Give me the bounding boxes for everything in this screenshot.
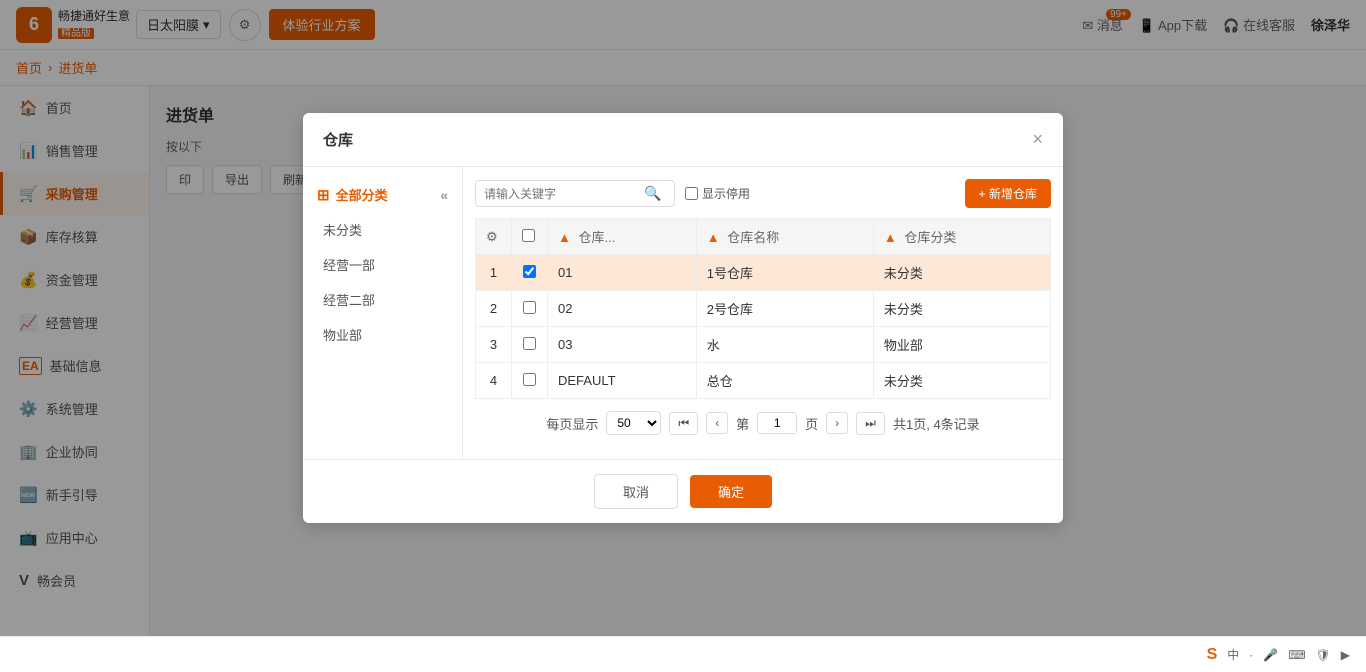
mic-icon[interactable]: 🎤 [1263,648,1278,662]
punctuation-icon: · [1249,648,1253,662]
row-name: 总仓 [696,363,873,399]
table-container: ⚙ ▲ 仓库... ▲ [475,218,1051,399]
brand-s-icon: S [1207,646,1218,664]
row-code: 02 [548,291,697,327]
row-category: 物业部 [873,327,1050,363]
th-settings: ⚙ [476,219,512,255]
pagination: 每页显示 50 100 ⏮ ‹ 第 页 › ⏭ 共1页, 4条记录 [475,399,1051,447]
table-panel: 🔍 显示停用 + 新增仓库 ⚙ [463,167,1063,459]
all-categories-label: 全部分类 [336,185,388,204]
search-icon[interactable]: 🔍 [644,185,661,202]
shield-icon: 🛡 [1316,648,1331,662]
th-code: ▲ 仓库... [548,219,697,255]
dialog-body: ⊞ 全部分类 « 未分类 经营一部 经营二部 物业部 🔍 [303,167,1063,459]
row-checkbox[interactable] [523,337,536,350]
show-disabled-checkbox[interactable] [685,187,698,200]
cancel-button[interactable]: 取消 [594,474,678,509]
category-item-ops2[interactable]: 经营二部 [303,282,462,317]
last-page-button[interactable]: ⏭ [856,412,885,435]
category-panel: ⊞ 全部分类 « 未分类 经营一部 经营二部 物业部 [303,167,463,459]
confirm-button[interactable]: 确定 [690,475,772,508]
collapse-button[interactable]: « [440,187,448,203]
dialog-title: 仓库 [323,129,353,150]
prev-page-button[interactable]: ‹ [706,412,728,434]
first-page-button[interactable]: ⏮ [669,412,698,435]
page-input[interactable] [757,412,797,434]
settings-icon: ⚙ [486,229,498,244]
add-warehouse-button[interactable]: + 新增仓库 [965,179,1051,208]
row-name: 2号仓库 [696,291,873,327]
row-checkbox[interactable] [523,373,536,386]
row-category: 未分类 [873,291,1050,327]
search-input-wrap: 🔍 [475,180,675,207]
th-checkbox [512,219,548,255]
page-label: 第 [736,414,749,433]
next-page-button[interactable]: › [826,412,848,434]
row-category: 未分类 [873,255,1050,291]
search-input[interactable] [484,187,644,201]
row-num: 4 [476,363,512,399]
warehouse-table: ⚙ ▲ 仓库... ▲ [475,218,1051,399]
dialog-header: 仓库 × [303,113,1063,167]
row-checkbox-cell [512,255,548,291]
category-item-unclassified[interactable]: 未分类 [303,212,462,247]
row-checkbox-cell [512,291,548,327]
table-row[interactable]: 2 02 2号仓库 未分类 [476,291,1051,327]
row-code: DEFAULT [548,363,697,399]
keyboard-icon[interactable]: ⌨ [1288,648,1305,662]
table-row[interactable]: 4 DEFAULT 总仓 未分类 [476,363,1051,399]
play-icon[interactable]: ▶ [1341,648,1350,662]
category-item-ops1[interactable]: 经营一部 [303,247,462,282]
table-row[interactable]: 1 01 1号仓库 未分类 [476,255,1051,291]
dialog-footer: 取消 确定 [303,459,1063,523]
category-item-property[interactable]: 物业部 [303,317,462,352]
dialog-close-button[interactable]: × [1032,129,1043,150]
bottom-bar: S 中 · 🎤 ⌨ 🛡 ▶ [0,636,1366,672]
row-category: 未分类 [873,363,1050,399]
modal-overlay[interactable]: 仓库 × ⊞ 全部分类 « 未分类 经营一部 经营二部 物业部 [0,0,1366,636]
row-checkbox-cell [512,327,548,363]
row-name: 1号仓库 [696,255,873,291]
th-category: ▲ 仓库分类 [873,219,1050,255]
table-toolbar: 🔍 显示停用 + 新增仓库 [475,179,1051,208]
per-page-label: 每页显示 [546,414,598,433]
row-checkbox[interactable] [523,265,536,278]
bottom-bar-icons: S 中 · 🎤 ⌨ 🛡 ▶ [1207,646,1350,664]
row-code: 01 [548,255,697,291]
row-code: 03 [548,327,697,363]
pagination-total: 共1页, 4条记录 [893,414,980,433]
row-num: 2 [476,291,512,327]
select-all-checkbox[interactable] [522,229,535,242]
per-page-select[interactable]: 50 100 [606,411,661,435]
warehouse-dialog: 仓库 × ⊞ 全部分类 « 未分类 经营一部 经营二部 物业部 [303,113,1063,523]
show-disabled-label: 显示停用 [685,185,750,202]
row-num: 3 [476,327,512,363]
row-checkbox-cell [512,363,548,399]
th-name: ▲ 仓库名称 [696,219,873,255]
row-name: 水 [696,327,873,363]
row-checkbox[interactable] [523,301,536,314]
category-header: ⊞ 全部分类 « [303,177,462,212]
all-categories[interactable]: ⊞ 全部分类 [317,185,388,204]
table-row[interactable]: 3 03 水 物业部 [476,327,1051,363]
grid-icon: ⊞ [317,186,330,204]
show-disabled-text: 显示停用 [702,185,750,202]
row-num: 1 [476,255,512,291]
input-method-icon[interactable]: 中 [1227,646,1239,663]
page-unit-label: 页 [805,414,818,433]
